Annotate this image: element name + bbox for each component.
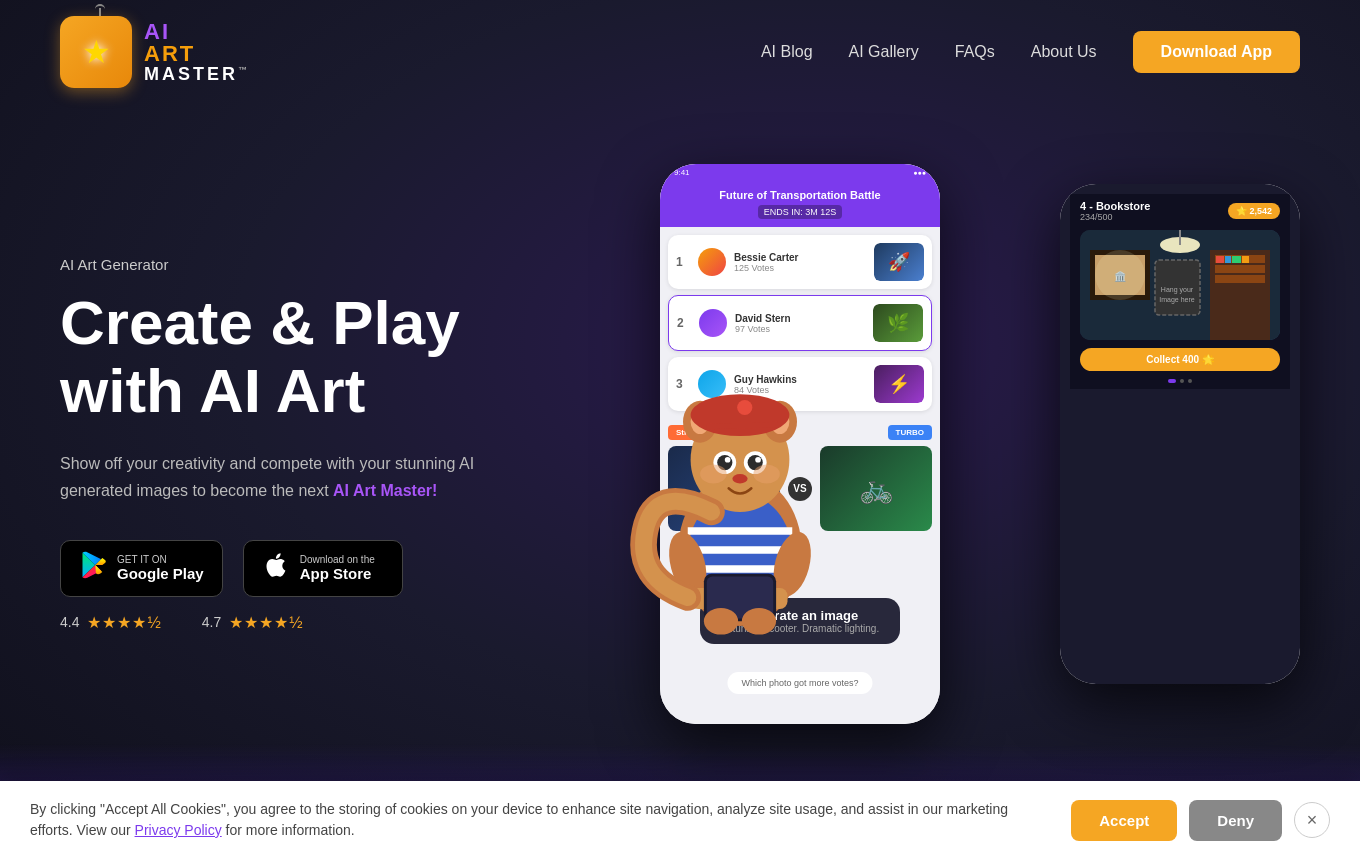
nav-link-ai-blog[interactable]: AI Blog bbox=[761, 43, 813, 61]
collect-bar[interactable]: Collect 400 🌟 bbox=[1080, 348, 1280, 371]
hero-right: 9:41 ●●● Future of Transportation Battle… bbox=[580, 144, 1300, 744]
squirrel-character bbox=[620, 264, 880, 664]
nav-links: AI Blog AI Gallery FAQs About Us Downloa… bbox=[761, 31, 1300, 73]
logo-art: ART bbox=[144, 43, 250, 65]
svg-rect-40 bbox=[1242, 256, 1249, 263]
svg-rect-39 bbox=[1232, 256, 1241, 263]
logo-ai: AI bbox=[144, 21, 250, 43]
back-store-title: 4 - Bookstore bbox=[1080, 200, 1150, 212]
cookie-buttons: Accept Deny × bbox=[1071, 800, 1330, 841]
svg-point-18 bbox=[755, 457, 761, 463]
svg-point-10 bbox=[691, 394, 790, 436]
cookie-close-button[interactable]: × bbox=[1294, 802, 1330, 838]
phone-mockup-back: 4 - Bookstore 234/500 ⭐ 2,542 bbox=[1060, 184, 1300, 684]
svg-rect-38 bbox=[1225, 256, 1231, 263]
svg-point-17 bbox=[725, 457, 731, 463]
hero-left: AI Art Generator Create & Play with AI A… bbox=[60, 256, 580, 632]
svg-text:Image here: Image here bbox=[1159, 296, 1195, 304]
app-store-score: 4.7 bbox=[202, 614, 221, 630]
nav-link-ai-gallery[interactable]: AI Gallery bbox=[849, 43, 919, 61]
svg-rect-37 bbox=[1216, 256, 1224, 263]
google-play-score: 4.4 bbox=[60, 614, 79, 630]
back-score-badge: ⭐ 2,542 bbox=[1228, 203, 1280, 219]
svg-point-19 bbox=[732, 474, 747, 484]
nav-link-about-us[interactable]: About Us bbox=[1031, 43, 1097, 61]
google-play-text: GET IT ON Google Play bbox=[117, 554, 204, 582]
google-play-rating: 4.4 ★★★★½ bbox=[60, 613, 162, 632]
cookie-deny-button[interactable]: Deny bbox=[1189, 800, 1282, 841]
lb-img-2: 🌿 bbox=[873, 304, 923, 342]
question-bar: Which photo got more votes? bbox=[727, 672, 872, 694]
hero-highlight: AI Art Master! bbox=[333, 482, 437, 499]
store-buttons: GET IT ON Google Play Download on the Ap… bbox=[60, 540, 580, 597]
battle-title: Future of Transportation Battle bbox=[674, 189, 926, 201]
svg-point-20 bbox=[700, 465, 727, 484]
google-play-button[interactable]: GET IT ON Google Play bbox=[60, 540, 223, 597]
cookie-accept-button[interactable]: Accept bbox=[1071, 800, 1177, 841]
ratings-row: 4.4 ★★★★½ 4.7 ★★★★½ bbox=[60, 613, 580, 632]
lb-img-1: 🚀 bbox=[874, 243, 924, 281]
logo-master: MASTER™ bbox=[144, 65, 250, 83]
app-store-button[interactable]: Download on the App Store bbox=[243, 540, 403, 597]
svg-point-11 bbox=[737, 400, 752, 415]
privacy-policy-link[interactable]: Privacy Policy bbox=[135, 822, 222, 838]
hero-description: Show off your creativity and compete wit… bbox=[60, 450, 500, 504]
svg-rect-36 bbox=[1215, 275, 1265, 283]
download-app-button[interactable]: Download App bbox=[1133, 31, 1300, 73]
svg-text:Hang your: Hang your bbox=[1161, 286, 1194, 294]
hero-title: Create & Play with AI Art bbox=[60, 289, 580, 425]
back-store-sub: 234/500 bbox=[1080, 212, 1150, 222]
svg-point-28 bbox=[704, 608, 738, 635]
svg-line-12 bbox=[707, 425, 778, 427]
bookstore-scene: 🏛️ Hang your Image here bbox=[1080, 230, 1280, 340]
nav-link-faqs[interactable]: FAQs bbox=[955, 43, 995, 61]
google-play-icon bbox=[79, 551, 107, 586]
google-play-stars: ★★★★½ bbox=[87, 613, 161, 632]
svg-point-44 bbox=[1095, 250, 1145, 300]
battle-timer: ENDS IN: 3M 12S bbox=[758, 205, 843, 219]
svg-rect-33 bbox=[1210, 250, 1270, 340]
svg-point-29 bbox=[742, 608, 776, 635]
app-store-text: Download on the App Store bbox=[300, 554, 375, 582]
app-store-stars: ★★★★½ bbox=[229, 613, 303, 632]
svg-point-21 bbox=[753, 465, 780, 484]
svg-rect-35 bbox=[1215, 265, 1265, 273]
app-store-icon bbox=[262, 551, 290, 586]
navbar: AI ART MASTER™ AI Blog AI Gallery FAQs A… bbox=[0, 0, 1360, 104]
logo[interactable]: AI ART MASTER™ bbox=[60, 16, 250, 88]
hero-tag: AI Art Generator bbox=[60, 256, 580, 273]
hero-section: AI Art Generator Create & Play with AI A… bbox=[0, 104, 1360, 764]
lb-img-3: ⚡ bbox=[874, 365, 924, 403]
app-store-rating: 4.7 ★★★★½ bbox=[202, 613, 304, 632]
cookie-banner: By clicking "Accept All Cookies", you ag… bbox=[0, 781, 1360, 859]
cookie-text: By clicking "Accept All Cookies", you ag… bbox=[30, 799, 1051, 841]
